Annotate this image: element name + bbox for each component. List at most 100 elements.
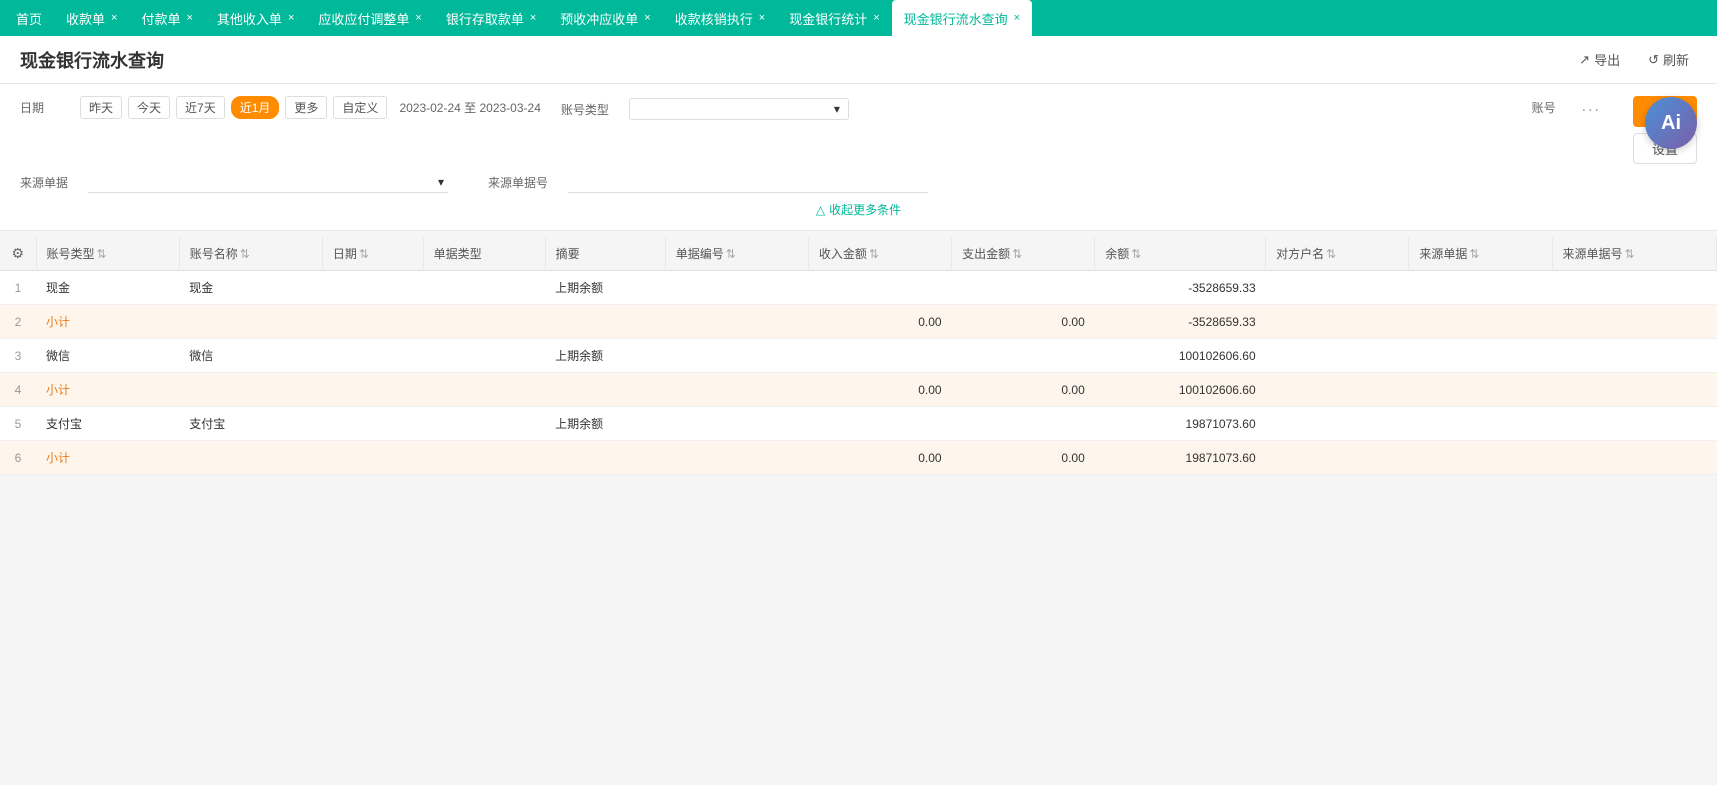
date-btn-custom[interactable]: 自定义	[333, 96, 387, 119]
source-doc-label: 来源单据	[20, 174, 68, 191]
row-doc-no	[665, 441, 808, 475]
row-num: 4	[0, 373, 36, 407]
th-balance[interactable]: 余额⇅	[1095, 237, 1266, 271]
th-expense[interactable]: 支出金额⇅	[952, 237, 1095, 271]
source-doc-num-input[interactable]	[568, 172, 928, 193]
row-counterpart	[1266, 271, 1409, 305]
nav-tab-cash-stat[interactable]: 现金银行统计 ×	[777, 0, 891, 36]
nav-tab-other-income[interactable]: 其他收入单 ×	[205, 0, 306, 36]
row-doc-no	[665, 407, 808, 441]
row-source-doc-no	[1552, 305, 1717, 339]
row-doc-type	[423, 339, 545, 373]
nav-tab-bank-deposit[interactable]: 银行存取款单 ×	[434, 0, 548, 36]
th-account-name[interactable]: 账号名称⇅	[179, 237, 322, 271]
row-income	[808, 271, 951, 305]
row-doc-no	[665, 271, 808, 305]
sort-counterpart-icon: ⇅	[1326, 247, 1336, 261]
row-source-doc-no	[1552, 441, 1717, 475]
row-balance: -3528659.33	[1095, 271, 1266, 305]
row-summary: 上期余额	[545, 271, 665, 305]
account-type-select[interactable]: ▾	[629, 98, 849, 120]
date-btn-1month[interactable]: 近1月	[231, 96, 280, 119]
close-cash-flow-icon[interactable]: ×	[1014, 12, 1020, 24]
nav-tab-cash-flow[interactable]: 现金银行流水查询 ×	[892, 0, 1032, 36]
nav-tab-prepay[interactable]: 预收冲应收单 ×	[548, 0, 662, 36]
close-other-income-icon[interactable]: ×	[288, 12, 294, 24]
th-income[interactable]: 收入金额⇅	[808, 237, 951, 271]
nav-tab-receipt-exec[interactable]: 收款核销执行 ×	[663, 0, 777, 36]
row-num: 2	[0, 305, 36, 339]
row-source-doc	[1409, 271, 1552, 305]
row-source-doc-no	[1552, 407, 1717, 441]
ai-badge[interactable]: Ai	[1645, 97, 1697, 149]
data-table: ⚙ 账号类型⇅ 账号名称⇅ 日期⇅ 单据类型 摘要 单据编号⇅ 收入金额⇅ 支出…	[0, 237, 1717, 475]
th-counterpart[interactable]: 对方户名⇅	[1266, 237, 1409, 271]
th-doc-type: 单据类型	[423, 237, 545, 271]
row-account-type: 微信	[36, 339, 179, 373]
th-doc-no[interactable]: 单据编号⇅	[665, 237, 808, 271]
ai-label: Ai	[1661, 112, 1681, 135]
source-doc-dropdown-icon: ▾	[438, 175, 444, 189]
close-receipts-icon[interactable]: ×	[111, 12, 117, 24]
date-btn-more[interactable]: 更多	[285, 96, 327, 119]
table-header-row: ⚙ 账号类型⇅ 账号名称⇅ 日期⇅ 单据类型 摘要 单据编号⇅ 收入金额⇅ 支出…	[0, 237, 1717, 271]
row-account-name	[179, 305, 322, 339]
table-row: 2小计0.000.00-3528659.33	[0, 305, 1717, 339]
close-receipt-exec-icon[interactable]: ×	[759, 12, 765, 24]
row-date	[322, 373, 423, 407]
sort-balance-icon: ⇅	[1131, 247, 1141, 261]
row-source-doc-no	[1552, 373, 1717, 407]
row-num: 6	[0, 441, 36, 475]
row-doc-type	[423, 407, 545, 441]
refresh-icon: ↺	[1648, 52, 1659, 68]
row-doc-no	[665, 373, 808, 407]
th-date[interactable]: 日期⇅	[322, 237, 423, 271]
date-label: 日期	[20, 99, 60, 116]
row-num: 5	[0, 407, 36, 441]
collapse-icon: △	[816, 203, 825, 217]
row-income	[808, 339, 951, 373]
account-type-dropdown-icon: ▾	[834, 102, 840, 116]
row-counterpart	[1266, 441, 1409, 475]
nav-tab-ar-ap-adjust[interactable]: 应收应付调整单 ×	[306, 0, 433, 36]
th-account-type[interactable]: 账号类型⇅	[36, 237, 179, 271]
date-btn-7days[interactable]: 近7天	[176, 96, 225, 119]
row-account-type: 小计	[36, 441, 179, 475]
close-payments-icon[interactable]: ×	[186, 12, 192, 24]
close-prepay-icon[interactable]: ×	[644, 12, 650, 24]
date-btn-today[interactable]: 今天	[128, 96, 170, 119]
nav-tab-receipts[interactable]: 收款单 ×	[54, 0, 129, 36]
date-btn-yesterday[interactable]: 昨天	[80, 96, 122, 119]
sort-expense-icon: ⇅	[1012, 247, 1022, 261]
account-more-dots[interactable]: ...	[1582, 98, 1601, 116]
close-bank-deposit-icon[interactable]: ×	[530, 12, 536, 24]
nav-tab-payments[interactable]: 付款单 ×	[129, 0, 204, 36]
top-nav: 首页 收款单 × 付款单 × 其他收入单 × 应收应付调整单 × 银行存取款单 …	[0, 0, 1717, 36]
row-source-doc	[1409, 441, 1552, 475]
table-row: 6小计0.000.0019871073.60	[0, 441, 1717, 475]
row-expense: 0.00	[952, 441, 1095, 475]
row-balance: -3528659.33	[1095, 305, 1266, 339]
row-account-name	[179, 373, 322, 407]
row-doc-type	[423, 271, 545, 305]
export-button[interactable]: ↗ 导出	[1571, 46, 1628, 73]
date-options: 昨天 今天 近7天 近1月 更多 自定义 2023-02-24 至 2023-0…	[80, 96, 541, 119]
th-gear[interactable]: ⚙	[0, 237, 36, 271]
sort-date-icon: ⇅	[359, 247, 369, 261]
nav-home[interactable]: 首页	[4, 0, 54, 36]
th-source-doc-no[interactable]: 来源单据号⇅	[1552, 237, 1717, 271]
th-source-doc[interactable]: 来源单据⇅	[1409, 237, 1552, 271]
collapse-button[interactable]: △ 收起更多条件	[816, 201, 901, 218]
refresh-button[interactable]: ↺ 刷新	[1640, 46, 1697, 73]
row-doc-type	[423, 441, 545, 475]
date-range: 2023-02-24 至 2023-03-24	[399, 99, 540, 116]
sort-account-type-icon: ⇅	[97, 247, 107, 261]
close-ar-ap-icon[interactable]: ×	[415, 12, 421, 24]
close-cash-stat-icon[interactable]: ×	[873, 12, 879, 24]
source-doc-select[interactable]: ▾	[88, 172, 448, 193]
row-account-type: 支付宝	[36, 407, 179, 441]
row-num: 3	[0, 339, 36, 373]
table-row: 1现金现金上期余额-3528659.33	[0, 271, 1717, 305]
row-balance: 19871073.60	[1095, 407, 1266, 441]
source-doc-num-label: 来源单据号	[488, 174, 548, 191]
